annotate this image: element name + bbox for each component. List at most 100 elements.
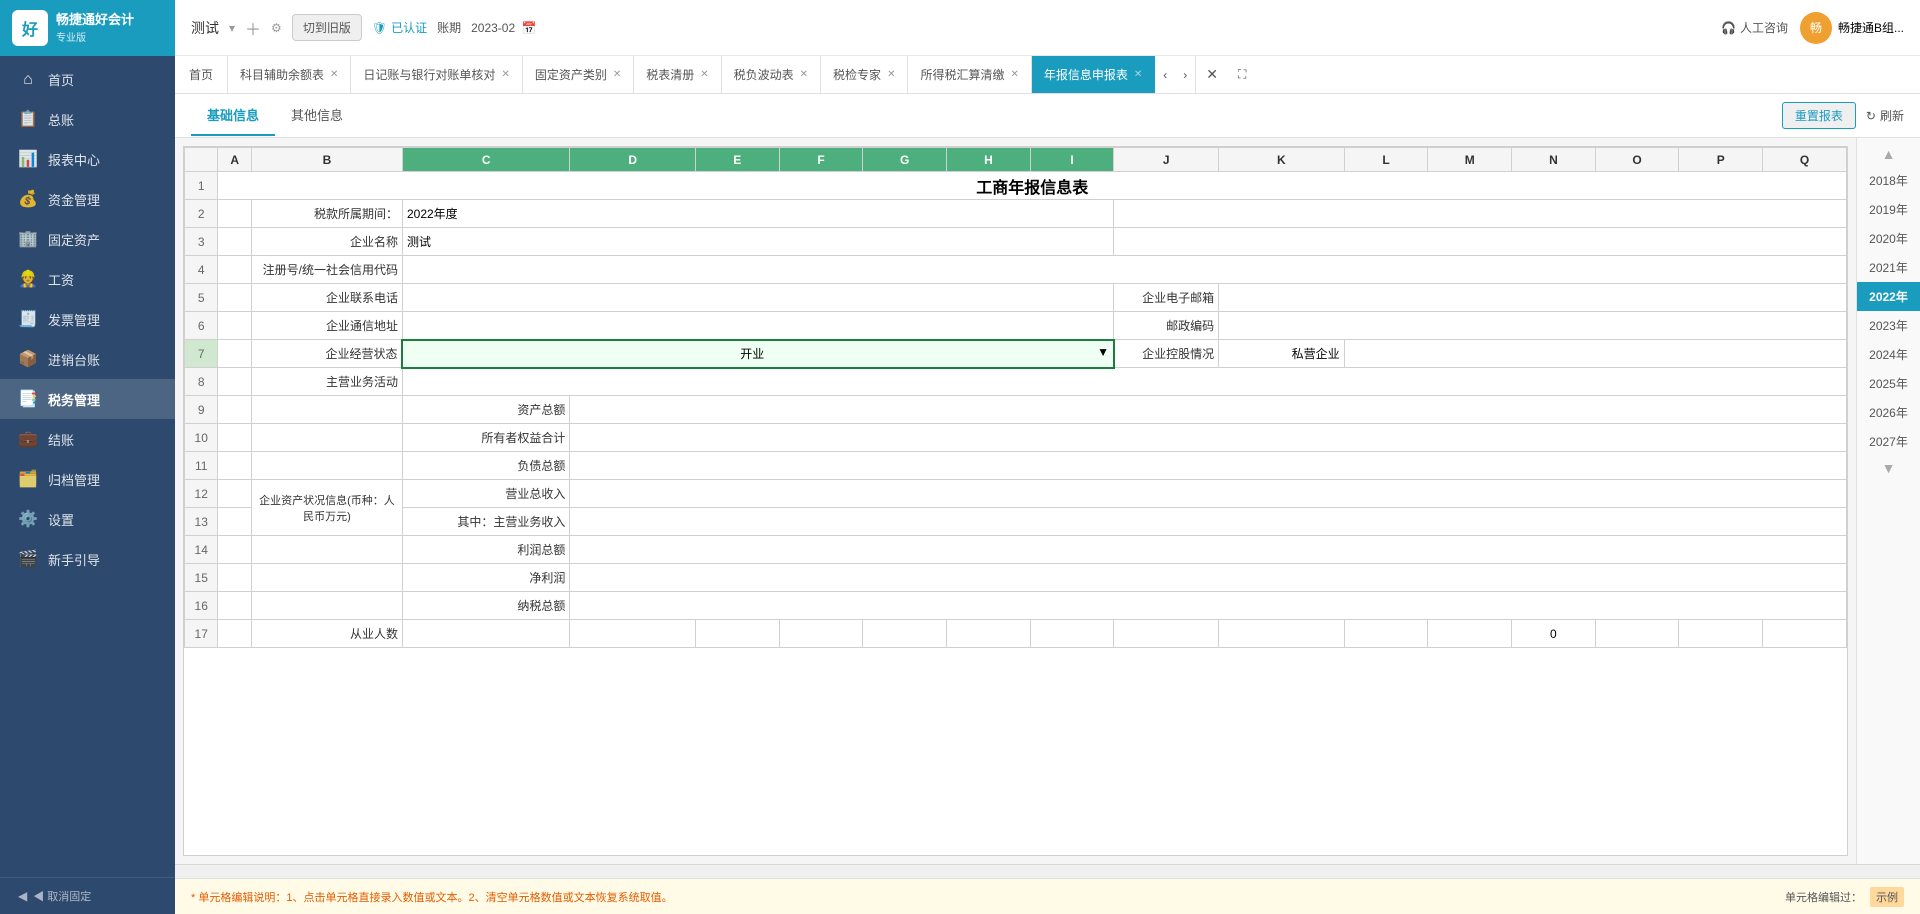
year-item-2025年[interactable]: 2025年 [1857,369,1920,398]
workspace-arrow[interactable]: ▾ [229,21,235,35]
cell-16-a[interactable] [218,592,251,620]
year-item-2023年[interactable]: 2023年 [1857,311,1920,340]
sub-tab-基础信息[interactable]: 基础信息 [191,95,275,136]
sidebar-item-资金管理[interactable]: 💰资金管理 [0,179,175,219]
cell-17-g[interactable] [863,620,947,648]
cell-9-b[interactable] [251,396,402,424]
tab-close-icon[interactable]: ✕ [887,69,895,80]
tab-close-icon[interactable]: ✕ [1134,69,1142,80]
cell-10-a[interactable] [218,424,251,452]
tab-close-icon[interactable]: ✕ [613,69,621,80]
year-item-2027年[interactable]: 2027年 [1857,427,1920,456]
cell-2-j[interactable] [1114,200,1847,228]
col-header-q[interactable]: Q [1763,148,1847,172]
cell-4-a[interactable] [218,256,251,284]
sidebar-item-归档管理[interactable]: 🗂️归档管理 [0,459,175,499]
sidebar-item-总账[interactable]: 📋总账 [0,99,175,139]
cell-17-q[interactable] [1763,620,1847,648]
col-header-e[interactable]: E [695,148,779,172]
cell-17-l[interactable] [1344,620,1428,648]
cell-17-n[interactable]: 0 [1512,620,1596,648]
col-header-f[interactable]: F [779,148,863,172]
cell-6-a[interactable] [218,312,251,340]
col-header-a[interactable]: A [218,148,251,172]
dropdown-arrow[interactable]: ▼ [1097,345,1109,359]
sidebar-item-设置[interactable]: ⚙️设置 [0,499,175,539]
tab-expand-btn[interactable]: ⛶ [1228,56,1256,93]
cell-5-k[interactable] [1219,284,1847,312]
settings-icon[interactable]: ⚙ [271,21,282,35]
col-header-l[interactable]: L [1344,148,1428,172]
year-item-2019年[interactable]: 2019年 [1857,195,1920,224]
year-item-2020年[interactable]: 2020年 [1857,224,1920,253]
col-header-o[interactable]: O [1595,148,1679,172]
cell-17-p[interactable] [1679,620,1763,648]
col-header-d[interactable]: D [570,148,696,172]
user-menu[interactable]: 畅 畅捷通B组... [1800,12,1904,44]
cell-3-j[interactable] [1114,228,1847,256]
cell-17-m[interactable] [1428,620,1512,648]
col-header-j[interactable]: J [1114,148,1219,172]
cell-5-c[interactable] [402,284,1113,312]
cell-13-e[interactable] [570,508,1847,536]
cell-14-a[interactable] [218,536,251,564]
year-item-2022年[interactable]: 2022年 [1857,282,1920,311]
year-panel-up-btn[interactable]: ▲ [1857,142,1920,166]
sub-tab-其他信息[interactable]: 其他信息 [275,95,359,136]
refresh-btn[interactable]: ↻ 刷新 [1866,107,1904,124]
cell-5-a[interactable] [218,284,251,312]
tab-item-6[interactable]: 所得税汇算清缴✕ [908,56,1031,93]
cell-2-a[interactable] [218,200,251,228]
tab-item-4[interactable]: 税负波动表✕ [722,56,821,93]
col-header-n[interactable]: N [1512,148,1596,172]
tab-close-icon[interactable]: ✕ [1010,69,1018,80]
cell-17-d[interactable] [570,620,696,648]
cell-2-c[interactable]: 2022年度 [402,200,1113,228]
col-header-i[interactable]: I [1030,148,1114,172]
col-header-p[interactable]: P [1679,148,1763,172]
cell-17-o[interactable] [1595,620,1679,648]
cell-17-f[interactable] [779,620,863,648]
cell-12-d[interactable] [570,480,1847,508]
cell-10-d[interactable] [570,424,1847,452]
sidebar-item-固定资产[interactable]: 🏢固定资产 [0,219,175,259]
cell-17-c[interactable] [402,620,569,648]
year-item-2021年[interactable]: 2021年 [1857,253,1920,282]
tab-close-icon[interactable]: ✕ [501,69,509,80]
sidebar-item-发票管理[interactable]: 🧾发票管理 [0,299,175,339]
tab-close-icon[interactable]: ✕ [700,69,708,80]
cell-7-c-dropdown[interactable]: 开业 ▼ [402,340,1113,368]
service-btn[interactable]: 🎧 人工咨询 [1721,19,1788,36]
tab-item-2[interactable]: 固定资产类别✕ [523,56,634,93]
year-item-2024年[interactable]: 2024年 [1857,340,1920,369]
tab-item-5[interactable]: 税检专家✕ [821,56,908,93]
cell-17-a[interactable] [218,620,251,648]
cell-10-b[interactable] [251,424,402,452]
cell-14-d[interactable] [570,536,1847,564]
col-header-h[interactable]: H [947,148,1031,172]
cell-17-j[interactable] [1114,620,1219,648]
cell-12-a[interactable] [218,480,251,508]
cell-9-a[interactable] [218,396,251,424]
old-version-btn[interactable]: 切到旧版 [292,14,362,41]
sidebar-item-结账[interactable]: 💼结账 [0,419,175,459]
cell-15-a[interactable] [218,564,251,592]
cell-4-c[interactable] [402,256,1846,284]
cell-8-a[interactable] [218,368,251,396]
cell-11-a[interactable] [218,452,251,480]
tab-item-7[interactable]: 年报信息申报表✕ [1032,56,1155,93]
sidebar-item-工资[interactable]: 👷工资 [0,259,175,299]
reset-btn[interactable]: 重置报表 [1782,102,1856,129]
col-header-m[interactable]: M [1428,148,1512,172]
tab-item-3[interactable]: 税表清册✕ [634,56,721,93]
year-panel-down-btn[interactable]: ▼ [1857,456,1920,480]
cell-11-d[interactable] [570,452,1847,480]
cell-9-d[interactable] [570,396,1847,424]
cell-6-k[interactable] [1219,312,1847,340]
cell-16-d[interactable] [570,592,1847,620]
col-header-k[interactable]: K [1219,148,1345,172]
cell-16-b[interactable] [251,592,402,620]
cell-3-a[interactable] [218,228,251,256]
year-item-2026年[interactable]: 2026年 [1857,398,1920,427]
cell-7-k[interactable]: 私营企业 [1219,340,1345,368]
